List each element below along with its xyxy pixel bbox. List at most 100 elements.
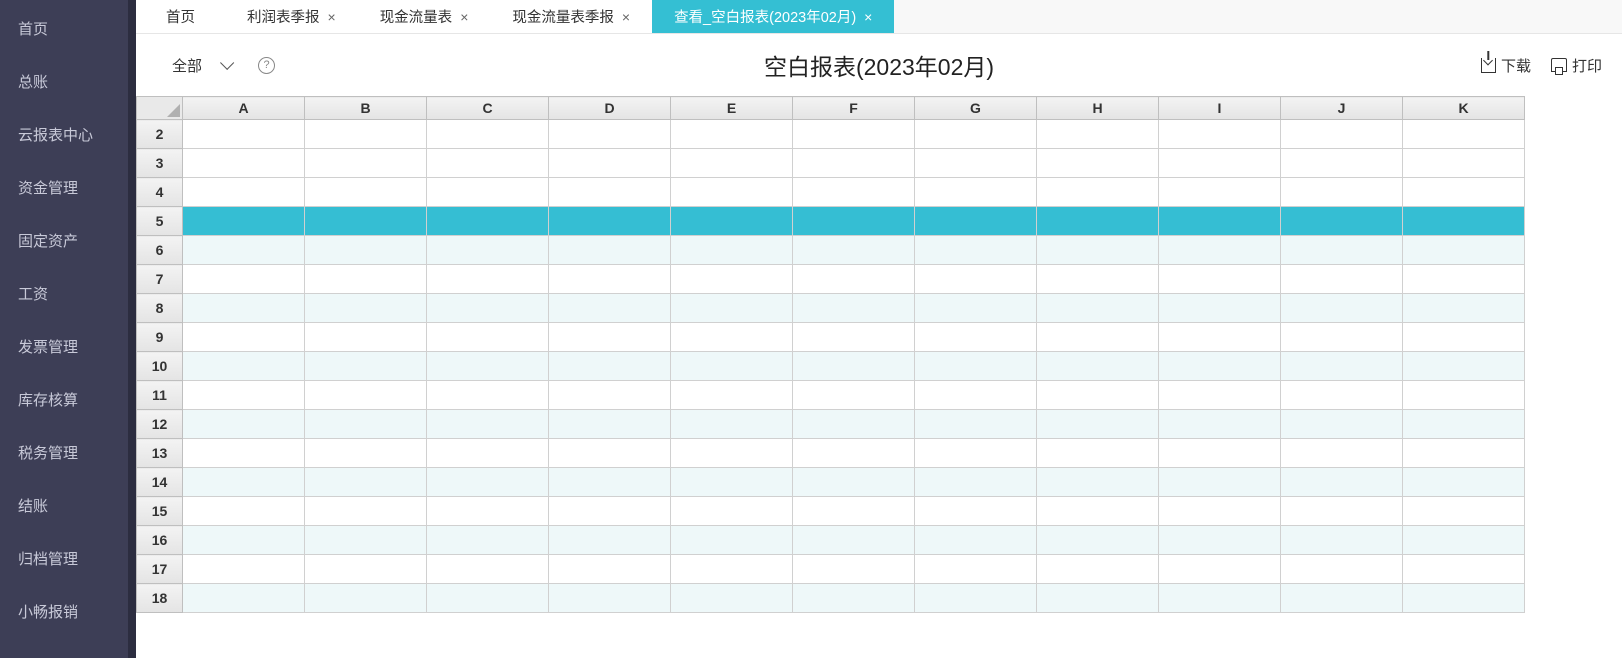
cell[interactable] xyxy=(671,381,793,410)
cell[interactable] xyxy=(1037,236,1159,265)
cell[interactable] xyxy=(671,555,793,584)
cell[interactable] xyxy=(915,526,1037,555)
cell[interactable] xyxy=(915,555,1037,584)
cell[interactable] xyxy=(1037,526,1159,555)
cell[interactable] xyxy=(793,178,915,207)
cell[interactable] xyxy=(1159,526,1281,555)
cell[interactable] xyxy=(1403,468,1525,497)
help-icon[interactable]: ? xyxy=(258,57,275,74)
sidebar-item[interactable]: 首页 xyxy=(0,2,128,55)
cell[interactable] xyxy=(1281,526,1403,555)
cell[interactable] xyxy=(1403,120,1525,149)
column-header[interactable]: K xyxy=(1403,97,1525,120)
cell[interactable] xyxy=(305,207,427,236)
column-header[interactable]: D xyxy=(549,97,671,120)
cell[interactable] xyxy=(915,497,1037,526)
cell[interactable] xyxy=(305,584,427,613)
cell[interactable] xyxy=(1037,439,1159,468)
cell[interactable] xyxy=(1403,207,1525,236)
sidebar-item[interactable]: 总账 xyxy=(0,55,128,108)
row-header[interactable]: 9 xyxy=(137,323,183,352)
cell[interactable] xyxy=(1281,294,1403,323)
cell[interactable] xyxy=(427,207,549,236)
cell[interactable] xyxy=(305,294,427,323)
cell[interactable] xyxy=(793,236,915,265)
cell[interactable] xyxy=(1159,265,1281,294)
cell[interactable] xyxy=(793,323,915,352)
print-button[interactable]: 打印 xyxy=(1551,55,1602,76)
cell[interactable] xyxy=(427,236,549,265)
cell[interactable] xyxy=(1037,381,1159,410)
column-header[interactable]: F xyxy=(793,97,915,120)
cell[interactable] xyxy=(427,381,549,410)
cell[interactable] xyxy=(915,120,1037,149)
cell[interactable] xyxy=(1403,294,1525,323)
cell[interactable] xyxy=(1037,555,1159,584)
row-header[interactable]: 18 xyxy=(137,584,183,613)
cell[interactable] xyxy=(427,555,549,584)
cell[interactable] xyxy=(1159,555,1281,584)
row-header[interactable]: 15 xyxy=(137,497,183,526)
cell[interactable] xyxy=(305,352,427,381)
cell[interactable] xyxy=(793,294,915,323)
row-header[interactable]: 5 xyxy=(137,207,183,236)
cell[interactable] xyxy=(305,468,427,497)
cell[interactable] xyxy=(671,207,793,236)
cell[interactable] xyxy=(1403,439,1525,468)
row-header[interactable]: 4 xyxy=(137,178,183,207)
cell[interactable] xyxy=(1403,410,1525,439)
column-header[interactable]: C xyxy=(427,97,549,120)
close-icon[interactable]: × xyxy=(622,9,630,25)
cell[interactable] xyxy=(915,294,1037,323)
cell[interactable] xyxy=(793,120,915,149)
cell[interactable] xyxy=(549,584,671,613)
cell[interactable] xyxy=(1037,120,1159,149)
cell[interactable] xyxy=(183,149,305,178)
spreadsheet[interactable]: ABCDEFGHIJK23456789101112131415161718 xyxy=(136,96,1622,658)
cell[interactable] xyxy=(1037,265,1159,294)
cell[interactable] xyxy=(549,294,671,323)
row-header[interactable]: 17 xyxy=(137,555,183,584)
cell[interactable] xyxy=(1159,352,1281,381)
cell[interactable] xyxy=(915,323,1037,352)
cell[interactable] xyxy=(1159,584,1281,613)
cell[interactable] xyxy=(915,236,1037,265)
cell[interactable] xyxy=(1281,149,1403,178)
cell[interactable] xyxy=(793,410,915,439)
cell[interactable] xyxy=(427,265,549,294)
sidebar-item[interactable]: 云报表中心 xyxy=(0,108,128,161)
filter-dropdown[interactable]: 全部 ? xyxy=(172,55,275,76)
cell[interactable] xyxy=(915,468,1037,497)
sidebar-item[interactable]: 结账 xyxy=(0,479,128,532)
cell[interactable] xyxy=(1037,352,1159,381)
cell[interactable] xyxy=(1403,178,1525,207)
cell[interactable] xyxy=(915,265,1037,294)
cell[interactable] xyxy=(305,236,427,265)
cell[interactable] xyxy=(1403,236,1525,265)
cell[interactable] xyxy=(793,352,915,381)
cell[interactable] xyxy=(427,352,549,381)
close-icon[interactable]: × xyxy=(328,9,336,25)
cell[interactable] xyxy=(1403,555,1525,584)
cell[interactable] xyxy=(671,236,793,265)
cell[interactable] xyxy=(1159,236,1281,265)
cell[interactable] xyxy=(793,468,915,497)
cell[interactable] xyxy=(1281,468,1403,497)
cell[interactable] xyxy=(183,178,305,207)
cell[interactable] xyxy=(1159,178,1281,207)
cell[interactable] xyxy=(793,381,915,410)
sidebar-item[interactable]: 固定资产 xyxy=(0,214,128,267)
cell[interactable] xyxy=(671,294,793,323)
row-header[interactable]: 2 xyxy=(137,120,183,149)
row-header[interactable]: 11 xyxy=(137,381,183,410)
cell[interactable] xyxy=(305,497,427,526)
cell[interactable] xyxy=(427,323,549,352)
cell[interactable] xyxy=(1281,439,1403,468)
row-header[interactable]: 13 xyxy=(137,439,183,468)
row-header[interactable]: 10 xyxy=(137,352,183,381)
cell[interactable] xyxy=(671,410,793,439)
cell[interactable] xyxy=(427,439,549,468)
cell[interactable] xyxy=(549,265,671,294)
cell[interactable] xyxy=(1281,178,1403,207)
column-header[interactable]: G xyxy=(915,97,1037,120)
